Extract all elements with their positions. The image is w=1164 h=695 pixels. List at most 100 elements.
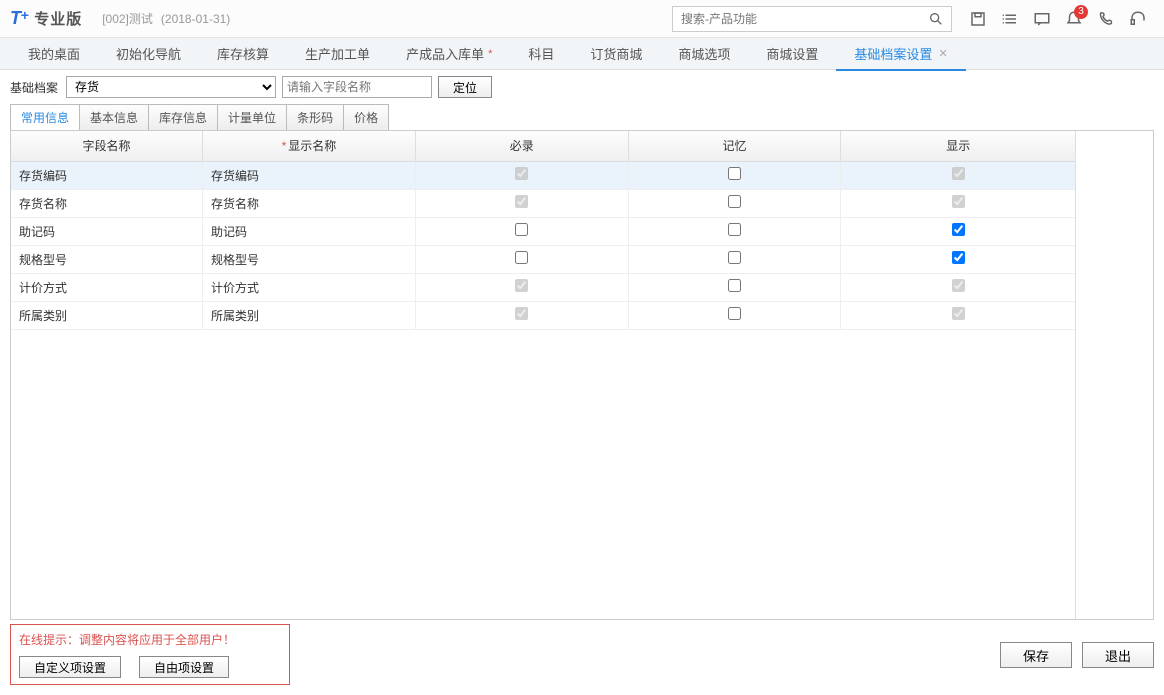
- tab-1[interactable]: 初始化导航: [98, 38, 199, 70]
- exit-button[interactable]: 退出: [1082, 642, 1154, 668]
- subtab-2[interactable]: 库存信息: [148, 104, 218, 130]
- phone-icon-button[interactable]: [1090, 3, 1122, 35]
- tab-label: 商城选项: [678, 44, 730, 63]
- show-checkbox: [952, 279, 965, 292]
- subtab-0[interactable]: 常用信息: [10, 104, 80, 130]
- memory-checkbox[interactable]: [728, 167, 741, 180]
- free-fields-button[interactable]: 自由项设置: [139, 656, 229, 678]
- table-row[interactable]: 存货名称存货名称: [11, 189, 1075, 217]
- required-cell: [415, 245, 628, 273]
- memory-cell: [628, 189, 841, 217]
- tab-9[interactable]: 基础档案设置✕: [836, 38, 965, 70]
- search-button[interactable]: [921, 7, 951, 31]
- field-name-input[interactable]: [282, 76, 432, 98]
- logo-plus: +: [21, 7, 29, 23]
- save-button[interactable]: 保存: [1000, 642, 1072, 668]
- required-cell: [415, 189, 628, 217]
- subtab-5[interactable]: 价格: [343, 104, 389, 130]
- table-row[interactable]: 助记码助记码: [11, 217, 1075, 245]
- bottom-bar: 在线提示：调整内容将应用于全部用户！ 自定义项设置 自由项设置 保存 退出: [0, 620, 1164, 695]
- tab-label: 科目: [528, 44, 554, 63]
- required-cell: [415, 217, 628, 245]
- cell-display: 存货编码: [203, 161, 416, 189]
- col-required: 必录: [415, 131, 628, 161]
- col-field: 字段名称: [11, 131, 203, 161]
- subtab-1[interactable]: 基本信息: [79, 104, 149, 130]
- cell-display: 存货名称: [203, 189, 416, 217]
- field-table: 字段名称 *显示名称 必录 记忆 显示 存货编码存货编码存货名称存货名称助记码助…: [11, 131, 1075, 330]
- notification-icon-button[interactable]: 3: [1058, 3, 1090, 35]
- table-panel: 字段名称 *显示名称 必录 记忆 显示 存货编码存货编码存货名称存货名称助记码助…: [10, 130, 1154, 620]
- cell-field: 规格型号: [11, 245, 203, 273]
- show-cell: [841, 301, 1075, 329]
- show-checkbox[interactable]: [952, 223, 965, 236]
- archive-select[interactable]: 存货: [66, 76, 276, 98]
- required-cell: [415, 273, 628, 301]
- tab-3[interactable]: 生产加工单: [287, 38, 388, 70]
- logo-edition: 专业版: [34, 8, 82, 29]
- tab-label: 初始化导航: [116, 44, 181, 63]
- tab-2[interactable]: 库存核算: [199, 38, 287, 70]
- show-checkbox: [952, 307, 965, 320]
- required-checkbox: [515, 307, 528, 320]
- memory-cell: [628, 217, 841, 245]
- required-marker: *: [282, 139, 287, 153]
- tab-5[interactable]: 科目: [510, 38, 572, 70]
- message-icon: [1033, 10, 1051, 28]
- show-cell: [841, 217, 1075, 245]
- table-row[interactable]: 计价方式计价方式: [11, 273, 1075, 301]
- tab-7[interactable]: 商城选项: [660, 38, 748, 70]
- tab-label: 生产加工单: [305, 44, 370, 63]
- locate-button[interactable]: 定位: [438, 76, 492, 98]
- subtab-4[interactable]: 条形码: [286, 104, 344, 130]
- show-checkbox: [952, 195, 965, 208]
- memory-checkbox[interactable]: [728, 251, 741, 264]
- tab-0[interactable]: 我的桌面: [10, 38, 98, 70]
- memory-checkbox[interactable]: [728, 279, 741, 292]
- memory-checkbox[interactable]: [728, 195, 741, 208]
- floppy-icon: [969, 10, 987, 28]
- cell-field: 存货名称: [11, 189, 203, 217]
- required-checkbox: [515, 195, 528, 208]
- cell-display: 所属类别: [203, 301, 416, 329]
- tab-label: 订货商城: [590, 44, 642, 63]
- support-icon-button[interactable]: [1122, 3, 1154, 35]
- tab-label: 商城设置: [766, 44, 818, 63]
- save-icon-button[interactable]: [962, 3, 994, 35]
- col-display-text: 显示名称: [288, 139, 336, 153]
- db-name: [002]测试: [102, 10, 153, 27]
- list-icon: [1001, 10, 1019, 28]
- tab-label: 我的桌面: [28, 44, 80, 63]
- list-icon-button[interactable]: [994, 3, 1026, 35]
- app-logo: T+ 专业版: [10, 8, 82, 29]
- message-icon-button[interactable]: [1026, 3, 1058, 35]
- required-checkbox[interactable]: [515, 223, 528, 236]
- table-row[interactable]: 规格型号规格型号: [11, 245, 1075, 273]
- custom-fields-button[interactable]: 自定义项设置: [19, 656, 121, 678]
- close-icon[interactable]: ✕: [938, 47, 947, 60]
- table-row[interactable]: 存货编码存货编码: [11, 161, 1075, 189]
- show-cell: [841, 161, 1075, 189]
- show-cell: [841, 273, 1075, 301]
- memory-cell: [628, 301, 841, 329]
- table-row[interactable]: 所属类别所属类别: [11, 301, 1075, 329]
- memory-checkbox[interactable]: [728, 223, 741, 236]
- show-checkbox[interactable]: [952, 251, 965, 264]
- tab-4[interactable]: 产成品入库单*: [388, 38, 510, 70]
- subtab-3[interactable]: 计量单位: [217, 104, 287, 130]
- cell-display: 计价方式: [203, 273, 416, 301]
- search-input[interactable]: [673, 12, 921, 26]
- tab-8[interactable]: 商城设置: [748, 38, 836, 70]
- show-checkbox: [952, 167, 965, 180]
- memory-cell: [628, 245, 841, 273]
- memory-checkbox[interactable]: [728, 307, 741, 320]
- required-cell: [415, 301, 628, 329]
- required-checkbox[interactable]: [515, 251, 528, 264]
- memory-cell: [628, 161, 841, 189]
- tab-6[interactable]: 订货商城: [572, 38, 660, 70]
- tab-label: 库存核算: [217, 44, 269, 63]
- cell-field: 存货编码: [11, 161, 203, 189]
- required-checkbox: [515, 167, 528, 180]
- search-icon: [928, 11, 944, 27]
- global-search: [672, 6, 952, 32]
